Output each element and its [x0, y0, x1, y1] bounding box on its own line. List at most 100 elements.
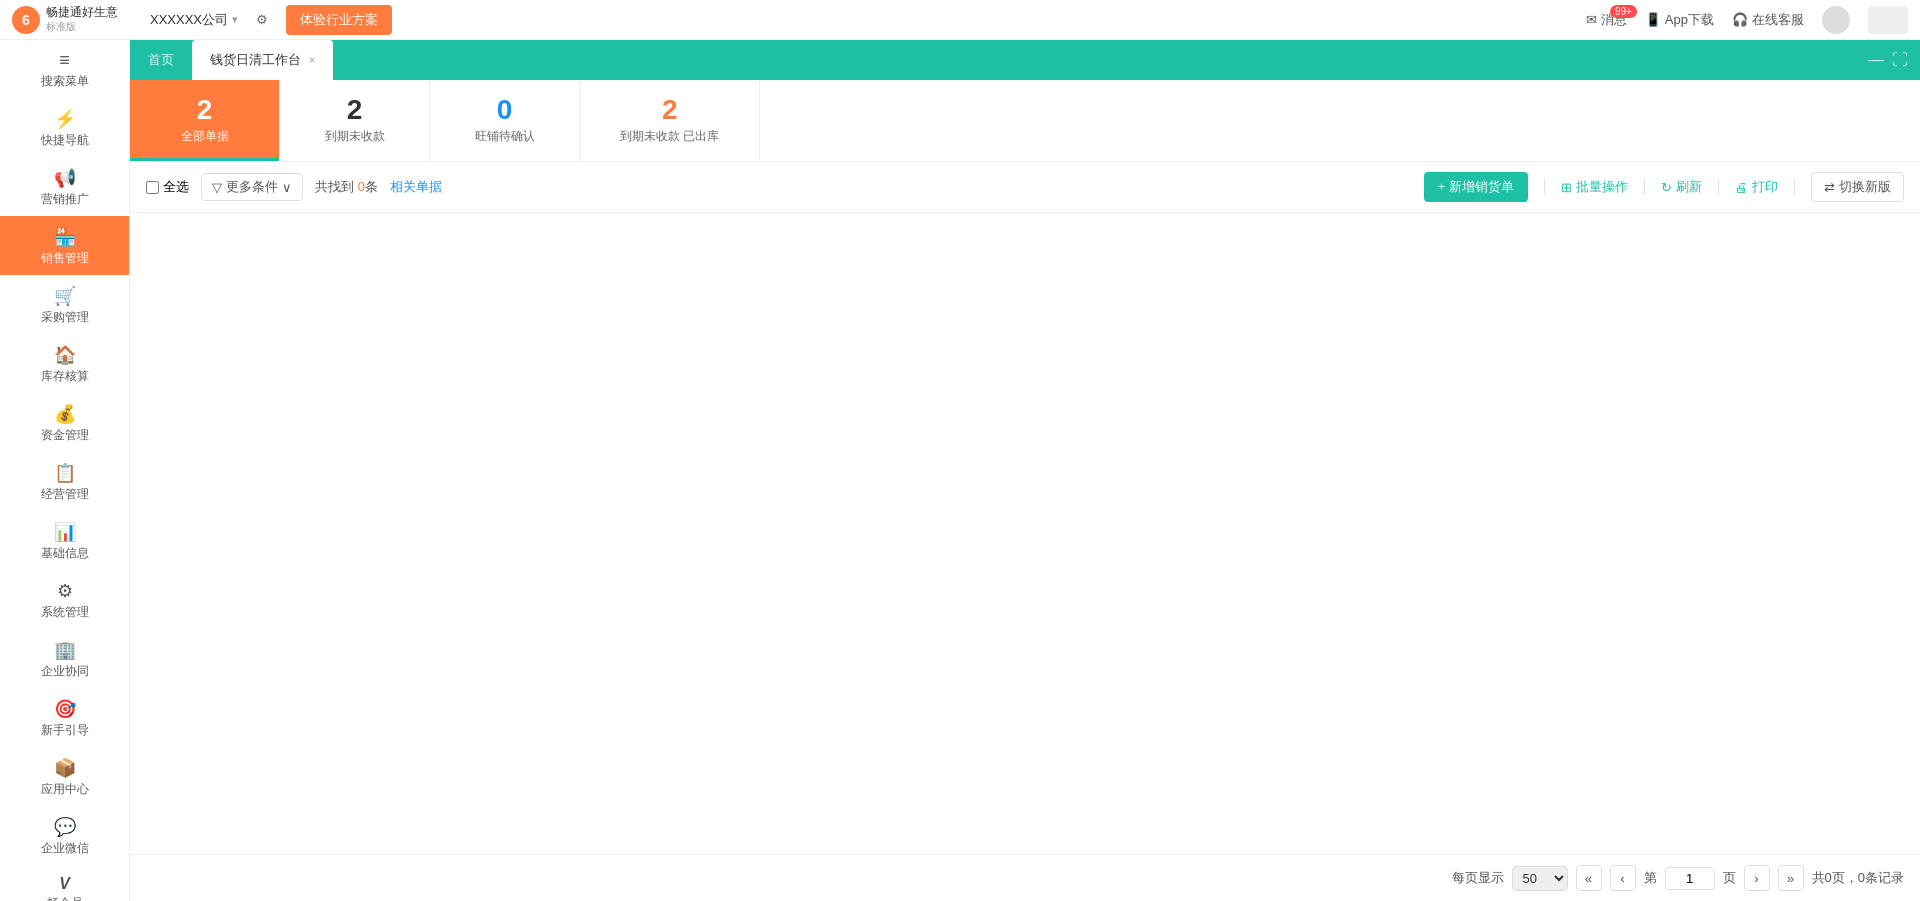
sidebar-item-quick-nav[interactable]: ⚡ 快捷导航	[0, 98, 129, 157]
tab-home-label: 首页	[148, 51, 174, 69]
sidebar-item-marketing[interactable]: 📢 营销推广	[0, 157, 129, 216]
sidebar-item-app-center[interactable]: 📦 应用中心	[0, 747, 129, 806]
content-area: 2 全部单据 2 到期未收款 0 旺铺待确认 2 到期未收款 已出库	[130, 80, 1920, 901]
stat-cards-row: 2 全部单据 2 到期未收款 0 旺铺待确认 2 到期未收款 已出库	[130, 80, 1920, 162]
finance-icon: 💰	[54, 403, 76, 425]
sidebar-item-label: 畅会员	[47, 895, 83, 901]
sidebar-item-beginner[interactable]: 🎯 新手引导	[0, 688, 129, 747]
refresh-icon: ↻	[1661, 180, 1672, 195]
sidebar-item-label: 企业微信	[41, 840, 89, 857]
divider3	[1718, 179, 1719, 195]
per-page-select[interactable]: 50 100 200	[1512, 866, 1568, 891]
refresh-btn[interactable]: ↻ 刷新	[1661, 178, 1702, 196]
message-btn[interactable]: ✉ 消息 99+	[1586, 11, 1627, 29]
app-download-icon: 📱	[1645, 12, 1661, 27]
headset-icon: 🎧	[1732, 12, 1748, 27]
batch-btn[interactable]: ⊞ 批量操作	[1561, 178, 1628, 196]
sidebar-item-label: 销售管理	[41, 250, 89, 267]
prev-page-btn[interactable]: ‹	[1610, 865, 1636, 891]
tab-expand-area: — ⛶	[1868, 51, 1920, 69]
page-input[interactable]	[1665, 867, 1715, 890]
more-filter-btn[interactable]: ▽ 更多条件 ∨	[201, 173, 303, 201]
divider2	[1644, 179, 1645, 195]
stat-num-overdue: 2	[347, 96, 363, 124]
tab-expand-icon[interactable]: ⛶	[1892, 51, 1908, 69]
sidebar-item-basic-info[interactable]: 📊 基础信息	[0, 511, 129, 570]
switch-version-btn[interactable]: ⇄ 切换新版	[1811, 172, 1904, 202]
topbar-right: ✉ 消息 99+ 📱 App下载 🎧 在线客服	[1586, 6, 1908, 34]
topbar: 6 畅捷通好生意 标准版 XXXXXX公司 ▾ ⚙ 体验行业方案 ✉ 消息 99…	[0, 0, 1920, 40]
stat-card-overdue[interactable]: 2 到期未收款	[280, 80, 430, 161]
sidebar-item-member[interactable]: V 畅会员	[0, 865, 129, 901]
user-name-area[interactable]	[1868, 6, 1908, 34]
sidebar-item-search-menu[interactable]: ≡ 搜索菜单	[0, 40, 129, 98]
sidebar-item-wechat[interactable]: 💬 企业微信	[0, 806, 129, 865]
more-filter-label: 更多条件	[226, 178, 278, 196]
divider4	[1794, 179, 1795, 195]
select-all-checkbox[interactable]: 全选	[146, 178, 189, 196]
logo-text-block: 畅捷通好生意 标准版	[46, 5, 118, 35]
page-suffix: 页	[1723, 869, 1736, 887]
print-icon: 🖨	[1735, 180, 1748, 195]
toolbar-left: 全选 ▽ 更多条件 ∨ 共找到 0条 相关单据	[146, 173, 1412, 201]
member-icon: V	[59, 875, 70, 893]
stat-card-overdue-out[interactable]: 2 到期未收款 已出库	[580, 80, 760, 161]
search-menu-icon: ≡	[59, 50, 70, 71]
logo: 6 畅捷通好生意 标准版	[12, 5, 142, 35]
sidebar-item-operation[interactable]: 📋 经营管理	[0, 452, 129, 511]
chevron-down-icon: ▾	[232, 13, 238, 26]
settings-icon[interactable]: ⚙	[248, 6, 276, 34]
stat-label-overdue: 到期未收款	[325, 128, 385, 145]
tab-minimize-icon[interactable]: —	[1868, 51, 1884, 69]
sidebar-item-inventory[interactable]: 🏠 库存核算	[0, 334, 129, 393]
basic-info-icon: 📊	[54, 521, 76, 543]
stat-card-all[interactable]: 2 全部单据	[130, 80, 280, 161]
first-page-btn[interactable]: «	[1576, 865, 1602, 891]
online-service-btn[interactable]: 🎧 在线客服	[1732, 11, 1804, 29]
tab-workbench[interactable]: 钱货日清工作台 ×	[192, 40, 333, 80]
sidebar-item-purchase[interactable]: 🛒 采购管理	[0, 275, 129, 334]
new-sale-btn[interactable]: + 新增销货单	[1424, 172, 1528, 202]
sidebar-item-sales[interactable]: 🏪 销售管理	[0, 216, 129, 275]
sidebar-item-finance[interactable]: 💰 资金管理	[0, 393, 129, 452]
layout: ≡ 搜索菜单 ⚡ 快捷导航 📢 营销推广 🏪 销售管理 🛒 采购管理 🏠 库存核…	[0, 40, 1920, 901]
logo-icon: 6	[12, 6, 40, 34]
table-area	[130, 213, 1920, 854]
experience-btn[interactable]: 体验行业方案	[286, 5, 392, 35]
stat-underline	[130, 158, 279, 161]
sidebar-item-label: 快捷导航	[41, 132, 89, 149]
app-download-btn[interactable]: 📱 App下载	[1645, 11, 1714, 29]
inventory-icon: 🏠	[54, 344, 76, 366]
company-selector[interactable]: XXXXXX公司 ▾	[150, 11, 238, 29]
toolbar-right: + 新增销货单 ⊞ 批量操作 ↻ 刷新 🖨 打印	[1424, 172, 1904, 202]
related-link[interactable]: 相关单据	[390, 178, 442, 196]
online-service-label: 在线客服	[1752, 11, 1804, 29]
avatar[interactable]	[1822, 6, 1850, 34]
sidebar-item-label: 经营管理	[41, 486, 89, 503]
purchase-icon: 🛒	[54, 285, 76, 307]
app-download-label: App下载	[1665, 11, 1714, 29]
main-area: 首页 钱货日清工作台 × — ⛶ 2 全部单据 2	[130, 40, 1920, 901]
pagination: 每页显示 50 100 200 « ‹ 第 页 › » 共0页，0条记录	[130, 854, 1920, 901]
operation-icon: 📋	[54, 462, 76, 484]
page-label: 第	[1644, 869, 1657, 887]
enterprise-icon: 🏢	[54, 639, 76, 661]
sidebar-item-label: 库存核算	[41, 368, 89, 385]
sidebar-item-system[interactable]: ⚙ 系统管理	[0, 570, 129, 629]
last-page-btn[interactable]: »	[1778, 865, 1804, 891]
marketing-icon: 📢	[54, 167, 76, 189]
tab-close-icon[interactable]: ×	[309, 54, 315, 66]
next-page-btn[interactable]: ›	[1744, 865, 1770, 891]
sidebar-item-label: 营销推广	[41, 191, 89, 208]
tab-home[interactable]: 首页	[130, 40, 192, 80]
sidebar-item-enterprise[interactable]: 🏢 企业协同	[0, 629, 129, 688]
select-all-label: 全选	[163, 178, 189, 196]
message-badge: 99+	[1610, 5, 1637, 18]
stat-card-pending[interactable]: 0 旺铺待确认	[430, 80, 580, 161]
batch-icon: ⊞	[1561, 180, 1572, 195]
sidebar-item-label: 新手引导	[41, 722, 89, 739]
tabs-bar: 首页 钱货日清工作台 × — ⛶	[130, 40, 1920, 80]
select-all-input[interactable]	[146, 181, 159, 194]
sidebar-item-label: 采购管理	[41, 309, 89, 326]
print-btn[interactable]: 🖨 打印	[1735, 178, 1778, 196]
